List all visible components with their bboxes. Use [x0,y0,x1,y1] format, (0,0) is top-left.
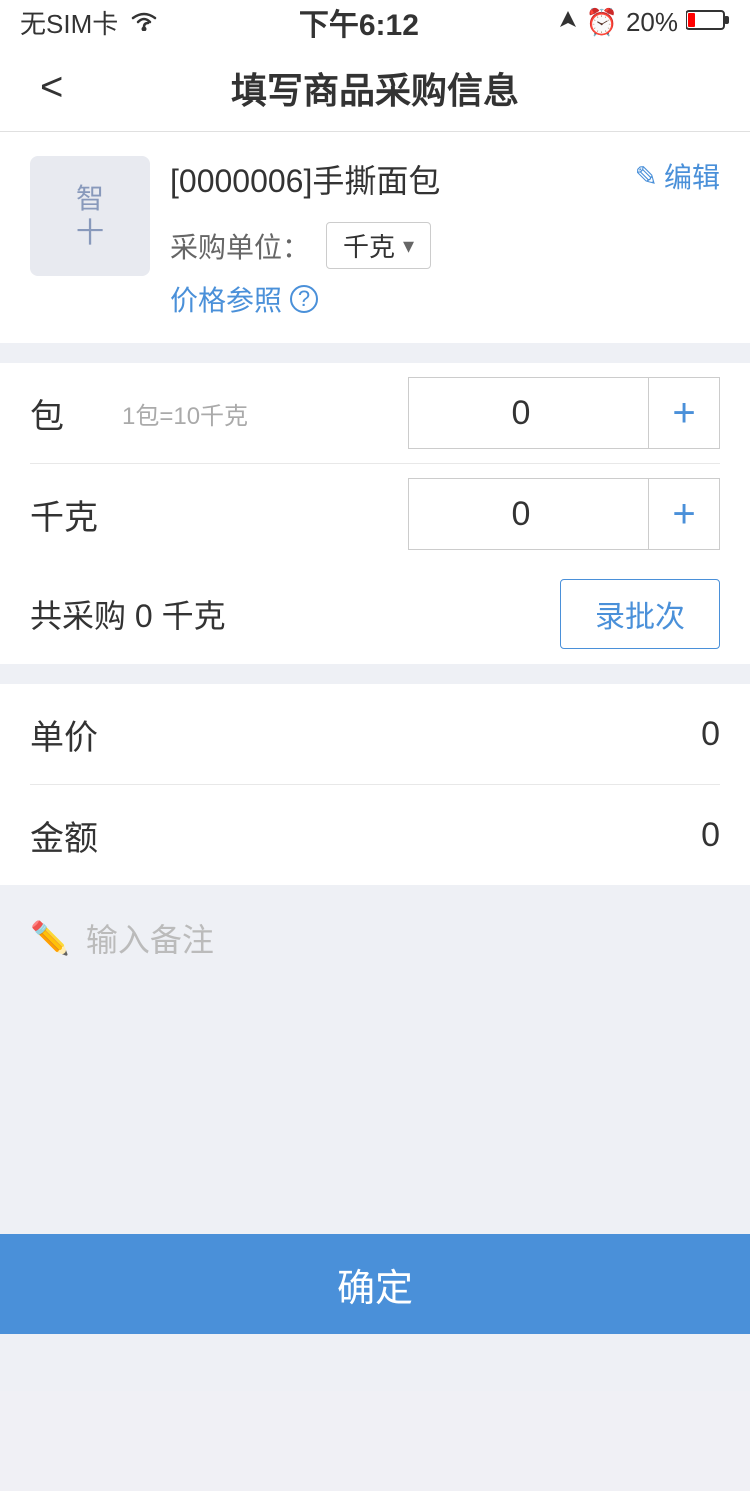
price-row: 单价 0 [0,684,750,784]
status-left: 无SIM卡 [20,4,160,41]
note-placeholder: 输入备注 [86,915,214,961]
pack-label: 包 [30,389,110,438]
record-batch-label: 录批次 [595,592,685,636]
divider-1 [0,343,750,363]
pack-plus-button[interactable]: + [648,377,720,449]
confirm-label: 确定 [337,1257,413,1312]
page-title: 填写商品采购信息 [231,62,519,114]
status-right: ⏰ 20% [558,7,730,38]
amount-label: 金额 [30,811,98,860]
kg-input-wrap: + [408,478,720,550]
edit-icon: ✎ [635,160,658,193]
status-time: 下午6:12 [299,0,419,44]
status-bar: 无SIM卡 下午6:12 ⏰ 20% [0,0,750,44]
total-row: 共采购 0 千克 录批次 [0,564,750,664]
product-unit-row: 采购单位： 千克 ▾ [170,222,720,269]
pack-section: 包 1包=10千克 + 千克 + [0,363,750,564]
dropdown-arrow-icon: ▾ [403,233,414,259]
product-logo: 智 十 [76,182,104,249]
back-button[interactable]: < [30,55,73,120]
kg-plus-button[interactable]: + [648,478,720,550]
pencil-icon: ✏️ [30,919,70,957]
pack-input[interactable] [408,377,648,449]
alarm-icon: ⏰ [586,7,618,38]
note-area[interactable]: ✏️ 输入备注 [0,885,750,991]
record-batch-button[interactable]: 录批次 [560,579,720,649]
confirm-button[interactable]: 确定 [0,1234,750,1334]
unit-label: 采购单位： [170,226,310,266]
pack-sub-label: 1包=10千克 [122,396,248,431]
price-label: 单价 [30,710,98,759]
wifi-icon [128,7,160,38]
price-ref-button[interactable]: 价格参照 ? [170,279,720,319]
pack-input-wrap: + [408,377,720,449]
carrier-text: 无SIM卡 [20,4,118,41]
total-text: 共采购 0 千克 [30,591,226,637]
battery-percent: 20% [626,7,678,38]
product-card: 智 十 [0000006]手撕面包 采购单位： 千克 ▾ 价格参照 ? ✎ 编辑 [0,132,750,343]
kg-input[interactable] [408,478,648,550]
pack-row: 包 1包=10千克 + [0,363,750,463]
location-icon [558,7,578,38]
price-ref-label: 价格参照 [170,279,282,319]
battery-icon [686,7,730,38]
divider-2 [0,664,750,684]
kg-row: 千克 + [0,464,750,564]
edit-button[interactable]: ✎ 编辑 [635,156,720,196]
product-image: 智 十 [30,156,150,276]
nav-bar: < 填写商品采购信息 [0,44,750,132]
amount-value: 0 [701,816,720,855]
unit-value: 千克 [343,227,395,264]
price-ref-question-icon: ? [290,285,318,313]
unit-dropdown[interactable]: 千克 ▾ [326,222,431,269]
kg-label: 千克 [30,490,110,539]
price-value: 0 [701,715,720,754]
edit-label: 编辑 [664,156,720,196]
info-section: 单价 0 金额 0 [0,684,750,885]
amount-row: 金额 0 [0,785,750,885]
